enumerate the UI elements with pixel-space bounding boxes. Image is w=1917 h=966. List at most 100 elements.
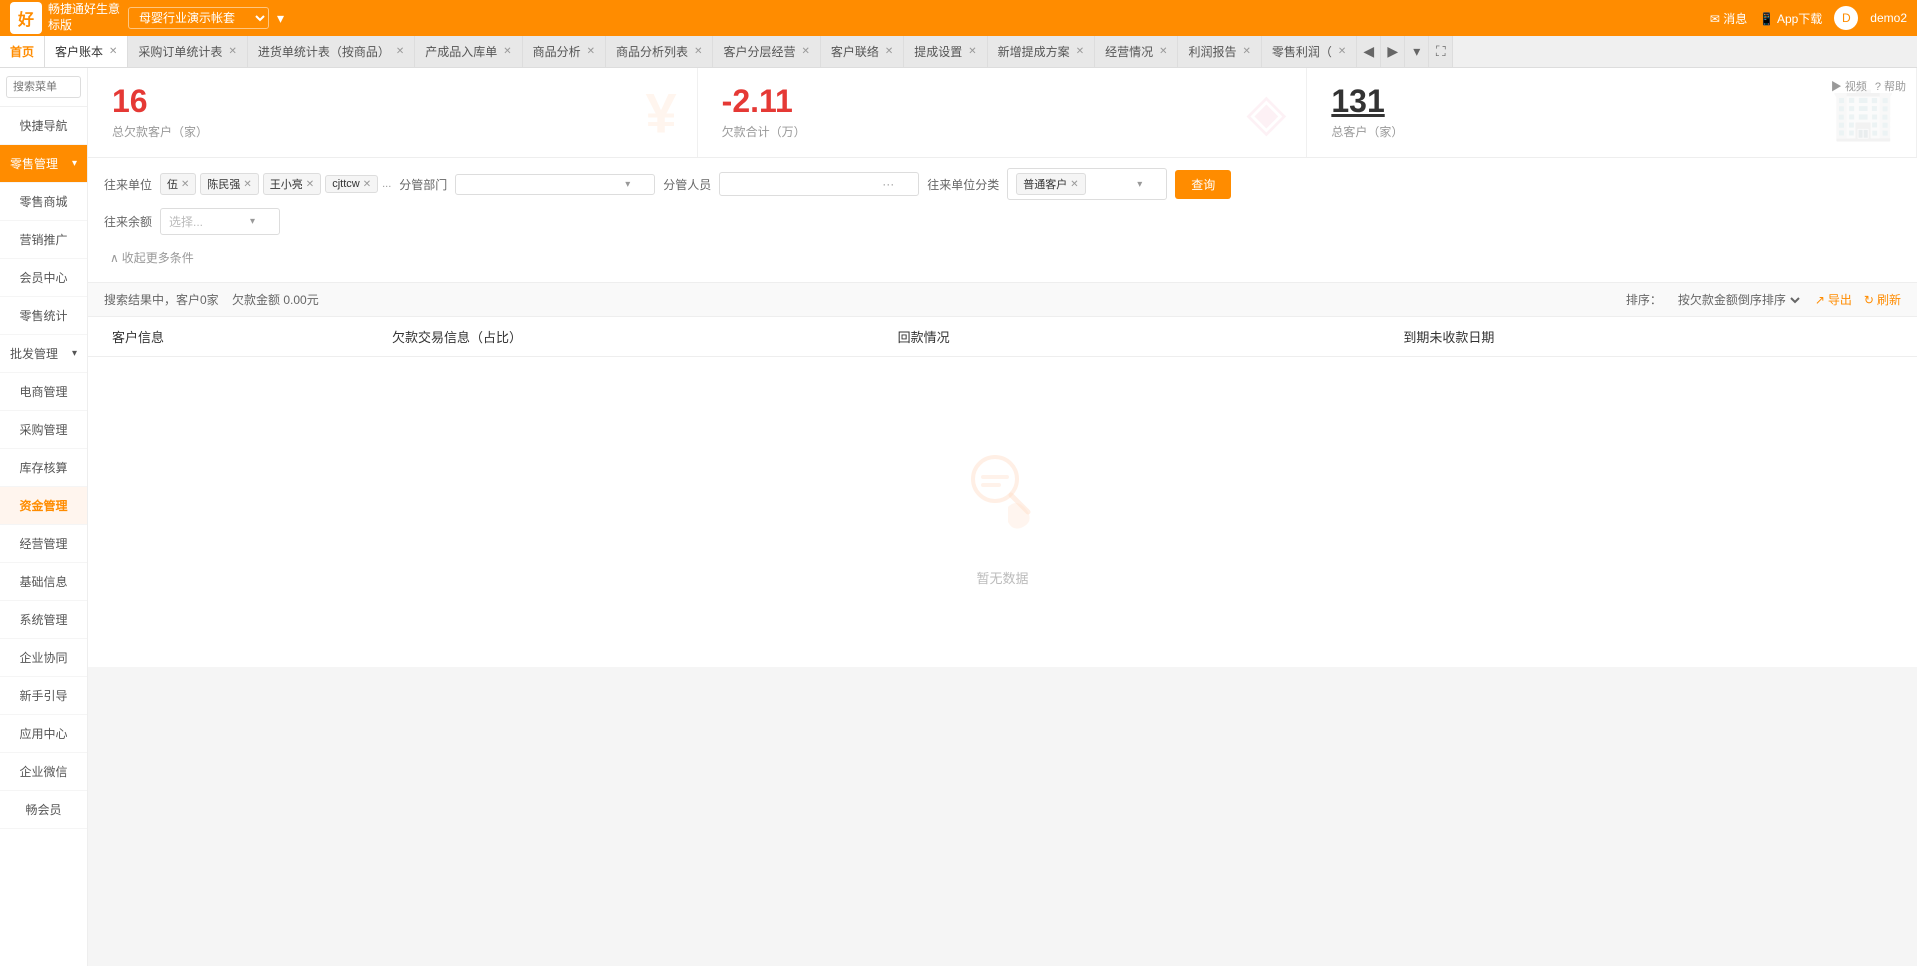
empty-icon: [953, 437, 1053, 556]
sidebar-item-app-center[interactable]: 应用中心: [0, 715, 87, 753]
tab-purchase-order-stat[interactable]: 采购订单统计表 ✕: [128, 36, 247, 68]
col-customer-info: 客户信息: [104, 327, 384, 346]
tab-purchase-stat-product-close[interactable]: ✕: [396, 46, 404, 57]
unit-class-label: 往来单位分类: [927, 176, 999, 193]
tab-product-analysis-label: 商品分析: [533, 43, 581, 60]
manager-selector[interactable]: ···: [719, 172, 919, 196]
tab-new-promotion-plan-close[interactable]: ✕: [1076, 46, 1084, 57]
sidebar-item-retail-stat[interactable]: 零售统计: [0, 297, 87, 335]
company-dropdown-icon[interactable]: ▾: [277, 10, 284, 27]
filter-tag-wu[interactable]: 伍 ✕: [160, 173, 196, 195]
tab-nav-prev[interactable]: ◀: [1357, 36, 1381, 68]
sidebar-item-finance[interactable]: 资金管理: [0, 487, 87, 525]
avatar[interactable]: D: [1834, 6, 1858, 30]
col-repayment: 回款情况: [890, 327, 1396, 346]
sidebar-item-newbie[interactable]: 新手引导: [0, 677, 87, 715]
sidebar-item-system[interactable]: 系统管理: [0, 601, 87, 639]
tab-fullscreen[interactable]: ⛶: [1429, 36, 1453, 68]
message-btn[interactable]: ✉ 消息: [1710, 10, 1747, 27]
download-icon: 📱: [1759, 12, 1774, 26]
tab-customer-contact[interactable]: 客户联络 ✕: [821, 36, 904, 68]
tab-product-stock[interactable]: 产成品入库单 ✕: [415, 36, 522, 68]
tab-retail-profit-close[interactable]: ✕: [1338, 46, 1346, 57]
tab-operation-status[interactable]: 经营情况 ✕: [1095, 36, 1178, 68]
company-selector[interactable]: 母婴行业演示帐套: [128, 7, 269, 29]
sidebar-item-ecommerce[interactable]: 电商管理: [0, 373, 87, 411]
sort-selector[interactable]: 按欠款金额倒序排序: [1674, 292, 1803, 308]
tab-operation-status-close[interactable]: ✕: [1159, 46, 1167, 57]
tab-home[interactable]: 首页: [0, 36, 45, 68]
empty-text: 暂无数据: [976, 568, 1028, 587]
tab-product-stock-close[interactable]: ✕: [503, 46, 511, 57]
refresh-btn[interactable]: ↻ 刷新: [1864, 291, 1901, 308]
username-label: demo2: [1870, 11, 1907, 25]
tab-profit-report[interactable]: 利润报告 ✕: [1178, 36, 1261, 68]
stat-overdue-customers: ¥ 16 总欠款客户（家）: [88, 68, 698, 157]
tab-product-analysis-list[interactable]: 商品分析列表 ✕: [606, 36, 713, 68]
tab-customer-account[interactable]: 客户账本 ✕: [45, 36, 128, 68]
tab-nav-next[interactable]: ▶: [1381, 36, 1405, 68]
sidebar-item-member2[interactable]: 畅会员: [0, 791, 87, 829]
sidebar-search-area: [0, 68, 87, 107]
unit-class-selector[interactable]: 普通客户 ✕ ▾: [1007, 168, 1167, 200]
top-bar-left: 好 畅捷通好生意 标版 母婴行业演示帐套 ▾: [10, 2, 284, 34]
filter-tag-wang[interactable]: 王小亮 ✕: [263, 173, 321, 195]
stat-label-1: 总欠款客户（家）: [112, 123, 208, 140]
sidebar-item-member[interactable]: 会员中心: [0, 259, 87, 297]
balance-selector[interactable]: 选择... ▾: [160, 208, 280, 235]
tab-retail-profit[interactable]: 零售利润（ ✕: [1262, 36, 1357, 68]
stat-label-2: 欠款合计（万）: [722, 123, 806, 140]
sidebar-item-inventory[interactable]: 库存核算: [0, 449, 87, 487]
filter-tag-cjttcw[interactable]: cjttcw ✕: [325, 175, 378, 193]
collapse-btn[interactable]: ∧ 收起更多条件: [110, 249, 1895, 266]
tab-promotion-settings-close[interactable]: ✕: [968, 46, 976, 57]
tab-profit-report-close[interactable]: ✕: [1243, 46, 1251, 57]
remove-unit-class-tag[interactable]: ✕: [1070, 179, 1078, 190]
arrow-icon-2: ▾: [72, 348, 77, 359]
tab-product-analysis-list-close[interactable]: ✕: [694, 46, 702, 57]
sidebar-item-operations[interactable]: 经营管理: [0, 525, 87, 563]
dept-selector[interactable]: ▾: [455, 174, 655, 195]
tab-retail-profit-label: 零售利润（: [1272, 43, 1332, 60]
unit-class-tag[interactable]: 普通客户 ✕: [1016, 173, 1085, 195]
tab-customer-account-label: 客户账本: [55, 43, 103, 60]
video-btn[interactable]: ▶ 视频: [1831, 78, 1867, 94]
sidebar-item-purchase[interactable]: 采购管理: [0, 411, 87, 449]
remove-tag-chen[interactable]: ✕: [243, 179, 251, 190]
tab-new-promotion-plan[interactable]: 新增提成方案 ✕: [988, 36, 1095, 68]
remove-tag-wu[interactable]: ✕: [181, 179, 189, 190]
tab-operation-status-label: 经营情况: [1105, 43, 1153, 60]
filter-more-tags[interactable]: ...: [382, 178, 391, 190]
remove-tag-cjttcw[interactable]: ✕: [363, 179, 371, 190]
export-btn[interactable]: ↗ 导出: [1815, 291, 1852, 308]
tab-customer-tier[interactable]: 客户分层经营 ✕: [713, 36, 820, 68]
app-download-btn[interactable]: 📱 App下载: [1759, 10, 1822, 27]
tab-nav-menu[interactable]: ▾: [1405, 36, 1429, 68]
filter-row-1: 往来单位 伍 ✕ 陈民强 ✕ 王小亮 ✕ cjttcw: [104, 168, 1901, 200]
tab-product-analysis-close[interactable]: ✕: [587, 46, 595, 57]
sidebar-item-retail-mall[interactable]: 零售商城: [0, 183, 87, 221]
sidebar-item-basic-info[interactable]: 基础信息: [0, 563, 87, 601]
query-button[interactable]: 查询: [1175, 170, 1231, 199]
search-input[interactable]: [6, 76, 81, 98]
arrow-icon: ▾: [72, 158, 77, 169]
tab-customer-contact-close[interactable]: ✕: [885, 46, 893, 57]
help-btn[interactable]: ? 帮助: [1875, 78, 1906, 94]
sidebar-item-quick-nav[interactable]: 快捷导航: [0, 107, 87, 145]
manager-more-icon[interactable]: ···: [882, 177, 894, 191]
sidebar-item-enterprise-wechat[interactable]: 企业微信: [0, 753, 87, 791]
tab-customer-account-close[interactable]: ✕: [109, 46, 117, 57]
tab-customer-tier-close[interactable]: ✕: [801, 46, 809, 57]
tab-product-analysis[interactable]: 商品分析 ✕: [523, 36, 606, 68]
sidebar-item-marketing[interactable]: 营销推广: [0, 221, 87, 259]
remove-tag-wang[interactable]: ✕: [306, 179, 314, 190]
logo-area: 好 畅捷通好生意 标版: [10, 2, 120, 34]
tab-purchase-order-stat-close[interactable]: ✕: [228, 46, 236, 57]
sidebar-item-retail-mgmt[interactable]: 零售管理▾: [0, 145, 87, 183]
balance-filter-label: 往来余额: [104, 213, 152, 230]
tab-purchase-stat-product[interactable]: 进货单统计表（按商品） ✕: [248, 36, 415, 68]
sidebar-item-enterprise-collab[interactable]: 企业协同: [0, 639, 87, 677]
filter-tag-chen[interactable]: 陈民强 ✕: [200, 173, 258, 195]
tab-promotion-settings[interactable]: 提成设置 ✕: [904, 36, 987, 68]
sidebar-item-wholesale[interactable]: 批发管理▾: [0, 335, 87, 373]
